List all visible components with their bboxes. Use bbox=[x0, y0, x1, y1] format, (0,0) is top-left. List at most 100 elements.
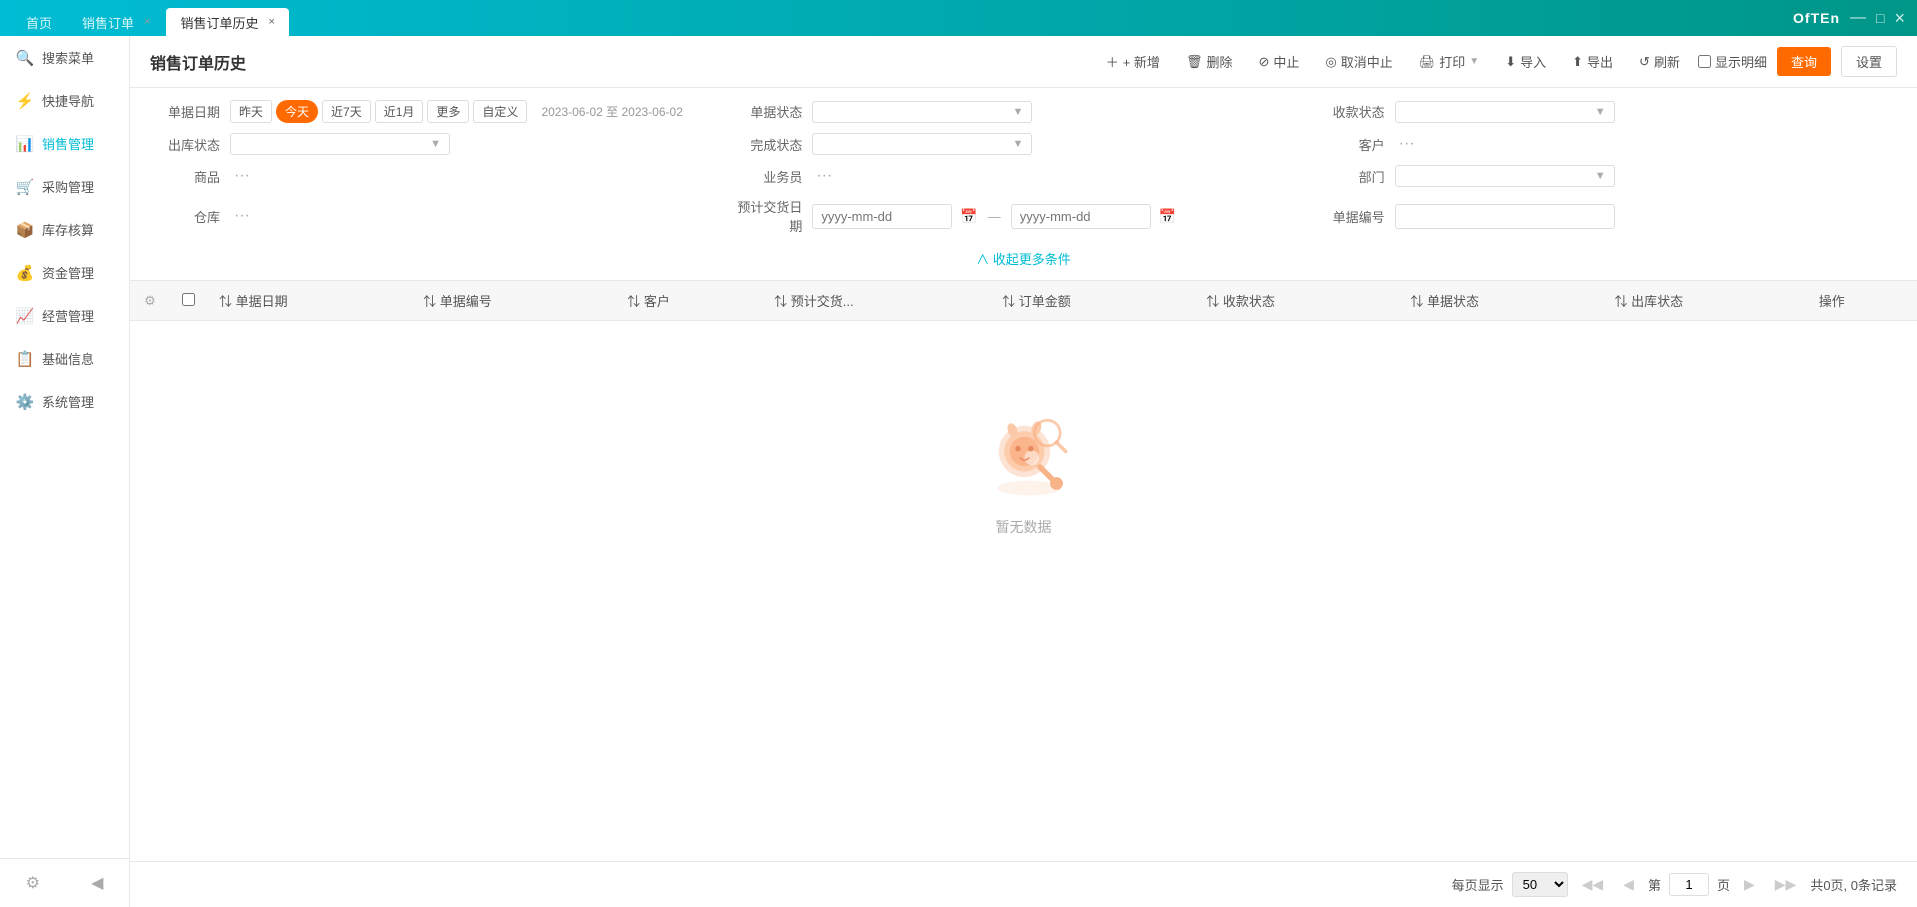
complete-status-chevron-icon: ▼ bbox=[1012, 138, 1023, 150]
sidebar-item-operations[interactable]: 📈 经营管理 bbox=[0, 294, 129, 337]
top-bar: 首页 销售订单 × 销售订单历史 × OfTEn — □ × bbox=[0, 0, 1917, 36]
sidebar-item-finance[interactable]: 💰 资金管理 bbox=[0, 251, 129, 294]
customer-ellipsis[interactable]: ··· bbox=[1395, 135, 1419, 153]
page-size-label: 每页显示 bbox=[1452, 875, 1504, 894]
tab-sales-order-close[interactable]: × bbox=[144, 16, 150, 28]
complete-status-label: 完成状态 bbox=[732, 135, 812, 154]
doc-number-input[interactable] bbox=[1395, 204, 1615, 229]
salesperson-ellipsis[interactable]: ··· bbox=[812, 167, 836, 185]
product-ellipsis[interactable]: ··· bbox=[230, 167, 254, 185]
department-label: 部门 bbox=[1315, 167, 1395, 186]
delete-icon: 🗑 bbox=[1186, 54, 1203, 70]
sidebar-bottom: ⚙ ◀ bbox=[0, 858, 129, 907]
purchase-mgmt-icon: 🛒 bbox=[16, 178, 34, 196]
quick-nav-icon: ⚡ bbox=[16, 92, 34, 110]
table-header-row: ⚙ ⇅ 单据日期 ⇅ 单据编号 ⇅ 客户 bbox=[130, 281, 1917, 321]
tab-home[interactable]: 首页 bbox=[12, 8, 66, 36]
salesperson-label: 业务员 bbox=[732, 167, 812, 186]
select-all-checkbox[interactable] bbox=[182, 293, 195, 306]
col-receipt-status-header[interactable]: ⇅ 收款状态 bbox=[1194, 281, 1398, 321]
col-settings-header: ⚙ bbox=[130, 281, 170, 321]
customer-label: 客户 bbox=[1315, 135, 1395, 154]
first-page-btn[interactable]: ◀◀ bbox=[1576, 874, 1610, 895]
col-settings-icon[interactable]: ⚙ bbox=[144, 293, 156, 308]
delete-button[interactable]: 🗑 删除 bbox=[1178, 48, 1241, 75]
query-button[interactable]: 查询 bbox=[1777, 47, 1831, 76]
col-customer-header[interactable]: ⇅ 客户 bbox=[615, 281, 762, 321]
date-separator: — bbox=[982, 209, 1007, 224]
date-btn-7days[interactable]: 近7天 bbox=[322, 100, 371, 123]
receipt-status-select[interactable]: ▼ bbox=[1395, 101, 1615, 123]
receipt-status-control: ▼ bbox=[1395, 101, 1897, 123]
col-order-amount-header[interactable]: ⇅ 订单金额 bbox=[990, 281, 1194, 321]
import-button[interactable]: ⬇ 导入 bbox=[1497, 48, 1554, 75]
minimize-btn[interactable]: — bbox=[1850, 9, 1866, 27]
settings-button[interactable]: 设置 bbox=[1841, 46, 1897, 77]
product-label: 商品 bbox=[150, 167, 230, 186]
date-filter-control: 昨天 今天 近7天 近1月 更多 自定义 2023-06-02 至 2023-0… bbox=[230, 100, 732, 123]
collapse-more-btn[interactable]: ∧ 收起更多条件 bbox=[150, 245, 1897, 268]
display-detail-control: 显示明细 bbox=[1698, 52, 1767, 71]
doc-status-select[interactable]: ▼ bbox=[812, 101, 1032, 123]
close-btn[interactable]: × bbox=[1894, 8, 1905, 29]
cancel-stop-button[interactable]: ◎ 取消中止 bbox=[1317, 48, 1400, 75]
new-button[interactable]: ＋ + 新增 bbox=[1098, 48, 1168, 75]
next-page-btn[interactable]: ▶ bbox=[1738, 874, 1761, 895]
refresh-button[interactable]: ↺ 刷新 bbox=[1631, 48, 1688, 75]
current-page-input[interactable] bbox=[1669, 873, 1709, 896]
warehouse-ellipsis[interactable]: ··· bbox=[230, 207, 254, 225]
col-expected-delivery-header[interactable]: ⇅ 预计交货... bbox=[762, 281, 990, 321]
date-btn-more[interactable]: 更多 bbox=[427, 100, 469, 123]
plus-icon: ＋ bbox=[1106, 52, 1119, 71]
department-select[interactable]: ▼ bbox=[1395, 165, 1615, 187]
sidebar-item-sales-mgmt[interactable]: 📊 销售管理 bbox=[0, 122, 129, 165]
filter-row-4: 仓库 ··· 预计交货日期 📅 — 📅 单据编号 bbox=[150, 197, 1897, 235]
expected-date-to[interactable] bbox=[1011, 204, 1151, 229]
sidebar-settings-btn[interactable]: ⚙ bbox=[20, 867, 46, 899]
page-header: 销售订单历史 ＋ + 新增 🗑 删除 ⊘ 中止 ◎ 取消中止 bbox=[130, 36, 1917, 88]
col-doc-number-header[interactable]: ⇅ 单据编号 bbox=[411, 281, 615, 321]
sidebar-item-quick-nav[interactable]: ⚡ 快捷导航 bbox=[0, 79, 129, 122]
col-doc-status-header[interactable]: ⇅ 单据状态 bbox=[1398, 281, 1602, 321]
base-info-icon: 📋 bbox=[16, 350, 34, 368]
calendar-from-icon[interactable]: 📅 bbox=[960, 208, 977, 225]
date-label: 单据日期 bbox=[150, 102, 230, 121]
page-suffix: 页 bbox=[1717, 875, 1730, 894]
finance-icon: 💰 bbox=[16, 264, 34, 282]
stop-button[interactable]: ⊘ 中止 bbox=[1250, 48, 1307, 75]
outbound-status-select[interactable]: ▼ bbox=[230, 133, 450, 155]
col-doc-date-header[interactable]: ⇅ 单据日期 bbox=[207, 281, 411, 321]
filter-row-2: 出库状态 ▼ 完成状态 ▼ 客户 ··· bbox=[150, 133, 1897, 155]
col-outbound-status-header[interactable]: ⇅ 出库状态 bbox=[1603, 281, 1807, 321]
table-area: ⚙ ⇅ 单据日期 ⇅ 单据编号 ⇅ 客户 bbox=[130, 281, 1917, 861]
export-button[interactable]: ⬆ 导出 bbox=[1564, 48, 1621, 75]
date-btn-custom[interactable]: 自定义 bbox=[473, 100, 527, 123]
inventory-icon: 📦 bbox=[16, 221, 34, 239]
empty-state: 暂无数据 bbox=[130, 321, 1917, 617]
tab-sales-order-history[interactable]: 销售订单历史 × bbox=[166, 8, 288, 36]
sidebar-item-purchase-mgmt[interactable]: 🛒 采购管理 bbox=[0, 165, 129, 208]
display-detail-checkbox[interactable] bbox=[1698, 55, 1711, 68]
restore-btn[interactable]: □ bbox=[1876, 10, 1884, 26]
last-page-btn[interactable]: ▶▶ bbox=[1769, 874, 1803, 895]
complete-status-select[interactable]: ▼ bbox=[812, 133, 1032, 155]
calendar-to-icon[interactable]: 📅 bbox=[1159, 208, 1176, 225]
sidebar-item-sys-mgmt[interactable]: ⚙️ 系统管理 bbox=[0, 380, 129, 423]
tab-sales-order[interactable]: 销售订单 × bbox=[68, 8, 164, 36]
sidebar-item-inventory[interactable]: 📦 库存核算 bbox=[0, 208, 129, 251]
tab-sales-order-history-close[interactable]: × bbox=[268, 16, 274, 28]
date-range-text: 2023-06-02 至 2023-06-02 bbox=[541, 103, 682, 120]
expected-date-from[interactable] bbox=[812, 204, 952, 229]
sidebar-item-search-menu[interactable]: 🔍 搜索菜单 bbox=[0, 36, 129, 79]
cancel-stop-icon: ◎ bbox=[1325, 54, 1336, 70]
sidebar-collapse-btn[interactable]: ◀ bbox=[85, 867, 109, 899]
sidebar-item-base-info[interactable]: 📋 基础信息 bbox=[0, 337, 129, 380]
import-icon: ⬇ bbox=[1505, 54, 1516, 70]
date-btn-1month[interactable]: 近1月 bbox=[375, 100, 424, 123]
prev-page-btn[interactable]: ◀ bbox=[1617, 874, 1640, 895]
date-btn-yesterday[interactable]: 昨天 bbox=[230, 100, 272, 123]
print-button[interactable]: 🖨 打印 ▼ bbox=[1411, 48, 1487, 75]
page-size-select[interactable]: 50 10 20 100 bbox=[1512, 872, 1568, 897]
date-btn-today[interactable]: 今天 bbox=[276, 100, 318, 123]
sales-mgmt-icon: 📊 bbox=[16, 135, 34, 153]
